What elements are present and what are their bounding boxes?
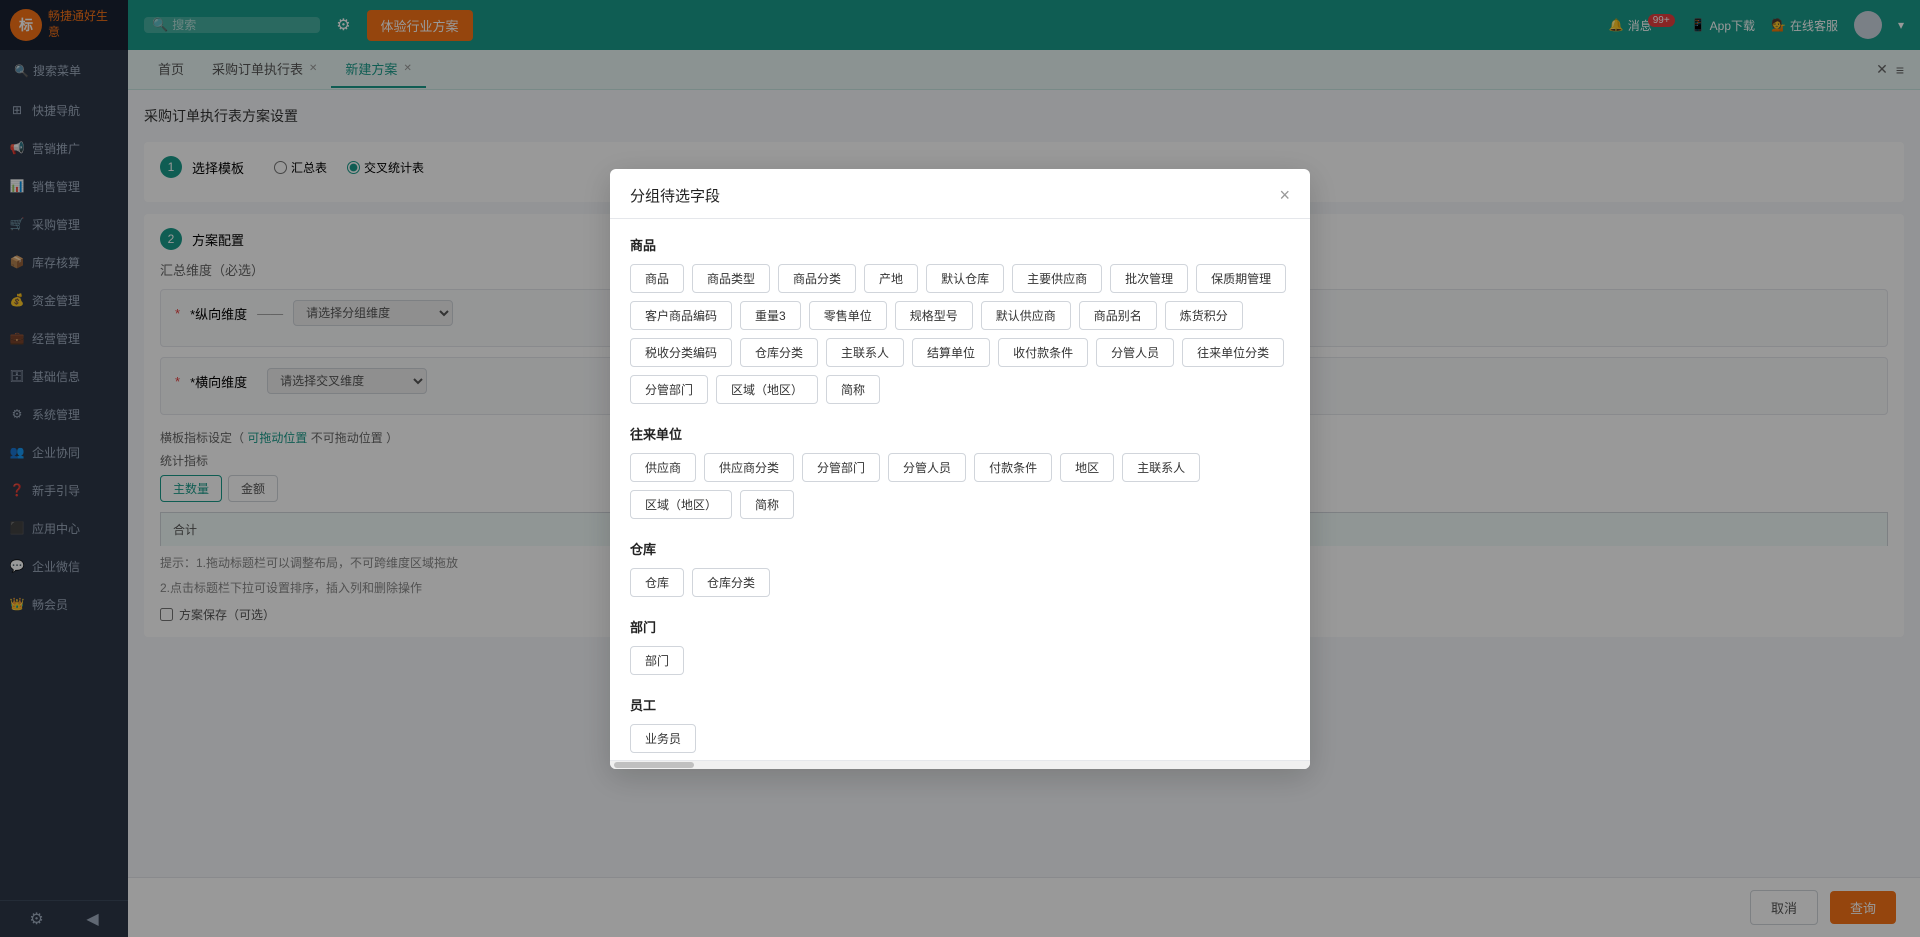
section-department: 部门 部门 xyxy=(630,617,1290,675)
modal-overlay: 分组待选字段 × 商品 商品 商品类型 商品分类 产地 默认仓库 主要供应商 批… xyxy=(0,0,1920,937)
modal-body: 商品 商品 商品类型 商品分类 产地 默认仓库 主要供应商 批次管理 保质期管理… xyxy=(610,219,1310,761)
field-tag-product-11[interactable]: 规格型号 xyxy=(895,301,973,330)
field-tag-product-9[interactable]: 重量3 xyxy=(740,301,801,330)
section-product: 商品 商品 商品类型 商品分类 产地 默认仓库 主要供应商 批次管理 保质期管理… xyxy=(630,235,1290,404)
section-product-tags: 商品 商品类型 商品分类 产地 默认仓库 主要供应商 批次管理 保质期管理 客户… xyxy=(630,264,1290,404)
section-partner-title: 往来单位 xyxy=(630,424,1290,443)
field-tag-product-24[interactable]: 简称 xyxy=(826,375,880,404)
field-tag-product-10[interactable]: 零售单位 xyxy=(809,301,887,330)
field-tag-product-22[interactable]: 分管部门 xyxy=(630,375,708,404)
hscroll-thumb[interactable] xyxy=(614,762,694,768)
modal-close-button[interactable]: × xyxy=(1279,185,1290,206)
field-tag-warehouse-1[interactable]: 仓库分类 xyxy=(692,568,770,597)
section-staff-tags: 业务员 xyxy=(630,724,1290,753)
field-tag-product-6[interactable]: 批次管理 xyxy=(1110,264,1188,293)
field-tag-partner-4[interactable]: 付款条件 xyxy=(974,453,1052,482)
field-tag-staff-0[interactable]: 业务员 xyxy=(630,724,696,753)
field-tag-partner-7[interactable]: 区域（地区） xyxy=(630,490,732,519)
field-tag-product-7[interactable]: 保质期管理 xyxy=(1196,264,1286,293)
section-partner-tags: 供应商 供应商分类 分管部门 分管人员 付款条件 地区 主联系人 区域（地区） … xyxy=(630,453,1290,519)
field-select-modal: 分组待选字段 × 商品 商品 商品类型 商品分类 产地 默认仓库 主要供应商 批… xyxy=(610,169,1310,769)
field-tag-partner-0[interactable]: 供应商 xyxy=(630,453,696,482)
field-tag-product-23[interactable]: 区域（地区） xyxy=(716,375,818,404)
field-tag-partner-1[interactable]: 供应商分类 xyxy=(704,453,794,482)
section-staff-title: 员工 xyxy=(630,695,1290,714)
section-staff: 员工 业务员 xyxy=(630,695,1290,753)
field-tag-product-4[interactable]: 默认仓库 xyxy=(926,264,1004,293)
field-tag-product-2[interactable]: 商品分类 xyxy=(778,264,856,293)
field-tag-product-19[interactable]: 收付款条件 xyxy=(998,338,1088,367)
field-tag-product-1[interactable]: 商品类型 xyxy=(692,264,770,293)
field-tag-product-3[interactable]: 产地 xyxy=(864,264,918,293)
field-tag-product-5[interactable]: 主要供应商 xyxy=(1012,264,1102,293)
section-warehouse-title: 仓库 xyxy=(630,539,1290,558)
section-department-title: 部门 xyxy=(630,617,1290,636)
field-tag-product-12[interactable]: 默认供应商 xyxy=(981,301,1071,330)
modal-title: 分组待选字段 xyxy=(630,185,720,206)
modal-header: 分组待选字段 × xyxy=(610,169,1310,219)
section-partner: 往来单位 供应商 供应商分类 分管部门 分管人员 付款条件 地区 主联系人 区域… xyxy=(630,424,1290,519)
section-warehouse-tags: 仓库 仓库分类 xyxy=(630,568,1290,597)
field-tag-product-0[interactable]: 商品 xyxy=(630,264,684,293)
field-tag-product-21[interactable]: 往来单位分类 xyxy=(1182,338,1284,367)
section-department-tags: 部门 xyxy=(630,646,1290,675)
field-tag-product-8[interactable]: 客户商品编码 xyxy=(630,301,732,330)
field-tag-partner-3[interactable]: 分管人员 xyxy=(888,453,966,482)
modal-hscroll[interactable] xyxy=(610,760,1310,768)
field-tag-partner-6[interactable]: 主联系人 xyxy=(1122,453,1200,482)
field-tag-product-18[interactable]: 结算单位 xyxy=(912,338,990,367)
field-tag-warehouse-0[interactable]: 仓库 xyxy=(630,568,684,597)
field-tag-product-17[interactable]: 主联系人 xyxy=(826,338,904,367)
field-tag-product-15[interactable]: 税收分类编码 xyxy=(630,338,732,367)
section-product-title: 商品 xyxy=(630,235,1290,254)
field-tag-product-14[interactable]: 炼货积分 xyxy=(1165,301,1243,330)
field-tag-product-13[interactable]: 商品别名 xyxy=(1079,301,1157,330)
field-tag-partner-8[interactable]: 简称 xyxy=(740,490,794,519)
field-tag-partner-2[interactable]: 分管部门 xyxy=(802,453,880,482)
section-warehouse: 仓库 仓库 仓库分类 xyxy=(630,539,1290,597)
field-tag-partner-5[interactable]: 地区 xyxy=(1060,453,1114,482)
field-tag-dept-0[interactable]: 部门 xyxy=(630,646,684,675)
field-tag-product-16[interactable]: 仓库分类 xyxy=(740,338,818,367)
field-tag-product-20[interactable]: 分管人员 xyxy=(1096,338,1174,367)
